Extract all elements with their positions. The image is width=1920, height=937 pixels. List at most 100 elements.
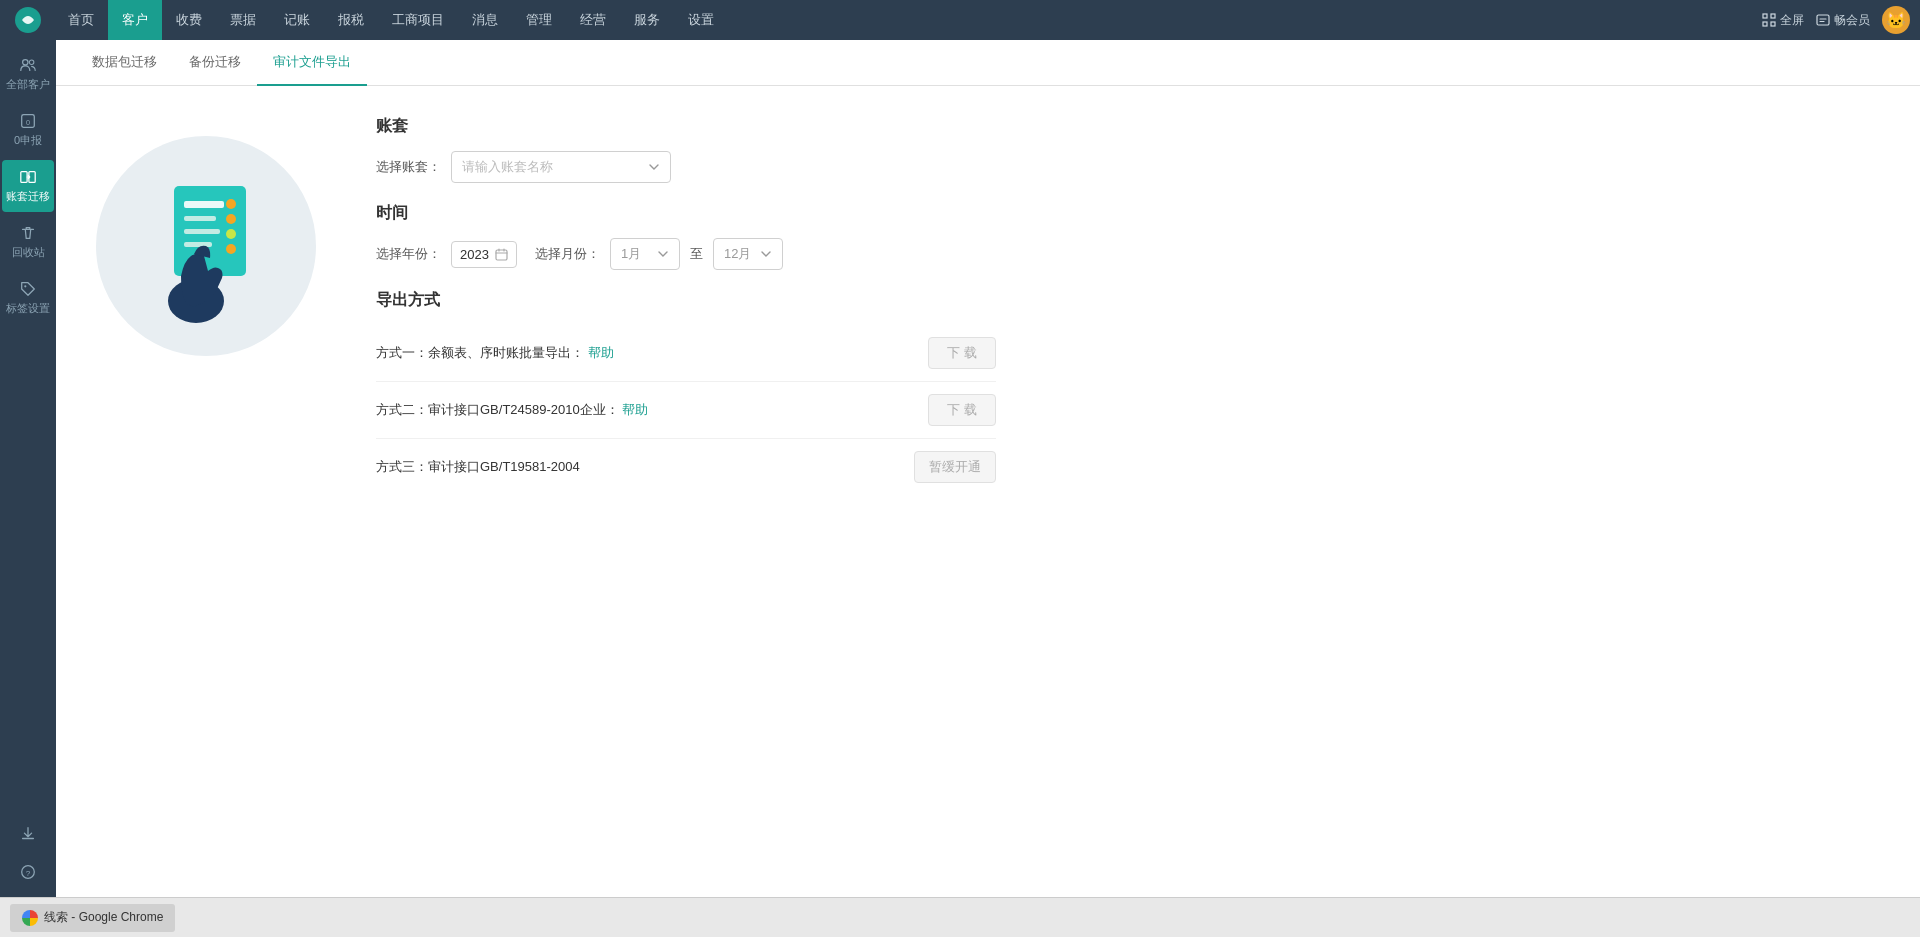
method-1-download-btn[interactable]: 下 载 bbox=[928, 337, 996, 369]
app-logo bbox=[10, 2, 46, 38]
account-select[interactable]: 请输入账套名称 bbox=[451, 151, 671, 183]
sidebar-item-migrate[interactable]: 账套迁移 bbox=[2, 160, 54, 212]
download-icon bbox=[19, 825, 37, 843]
nav-operation[interactable]: 经营 bbox=[566, 0, 620, 40]
account-select-placeholder: 请输入账套名称 bbox=[462, 158, 553, 176]
taskbar-chrome[interactable]: 线索 - Google Chrome bbox=[10, 904, 175, 932]
nav-manage[interactable]: 管理 bbox=[512, 0, 566, 40]
export-section: 导出方式 方式一：余额表、序时账批量导出： 帮助 下 载 bbox=[376, 290, 996, 495]
nav-bookkeeping[interactable]: 记账 bbox=[270, 0, 324, 40]
tab-backup-migrate[interactable]: 备份迁移 bbox=[173, 40, 257, 86]
time-section-title: 时间 bbox=[376, 203, 996, 224]
chevron-down-icon-month bbox=[657, 248, 669, 260]
sidebar-item-trash[interactable]: 回收站 bbox=[2, 216, 54, 268]
trash-icon bbox=[19, 224, 37, 242]
tag-icon bbox=[19, 280, 37, 298]
main-layout: 全部客户 0 0申报 账套迁移 回收站 bbox=[0, 40, 1920, 897]
method-3-label: 方式三：审计接口GB/T19581-2004 bbox=[376, 458, 580, 476]
svg-rect-2 bbox=[1771, 14, 1775, 18]
start-month-value: 1月 bbox=[621, 245, 641, 263]
sidebar-label-trash: 回收站 bbox=[12, 245, 45, 260]
avatar[interactable]: 🐱 bbox=[1882, 6, 1910, 34]
nav-home[interactable]: 首页 bbox=[54, 0, 108, 40]
svg-rect-16 bbox=[184, 201, 224, 208]
left-sidebar: 全部客户 0 0申报 账套迁移 回收站 bbox=[0, 40, 56, 897]
method-2-help[interactable]: 帮助 bbox=[622, 402, 648, 417]
nav-fee[interactable]: 收费 bbox=[162, 0, 216, 40]
taskbar: 线索 - Google Chrome bbox=[0, 897, 1920, 937]
method-2-label: 方式二：审计接口GB/T24589-2010企业： 帮助 bbox=[376, 401, 648, 419]
year-input[interactable]: 2023 bbox=[451, 241, 517, 268]
sidebar-item-all-customers[interactable]: 全部客户 bbox=[2, 48, 54, 100]
svg-point-22 bbox=[226, 229, 236, 239]
svg-rect-19 bbox=[184, 242, 212, 247]
account-label: 选择账套： bbox=[376, 158, 441, 176]
chevron-down-icon-end bbox=[760, 248, 772, 260]
method-3-open-btn[interactable]: 暂缓开通 bbox=[914, 451, 996, 483]
top-nav-right: 全屏 畅会员 🐱 bbox=[1762, 6, 1910, 34]
svg-rect-25 bbox=[496, 250, 507, 260]
content-area: 数据包迁移 备份迁移 审计文件导出 bbox=[56, 40, 1920, 897]
tab-data-migrate[interactable]: 数据包迁移 bbox=[76, 40, 173, 86]
svg-rect-18 bbox=[184, 229, 220, 234]
sidebar-item-help[interactable]: ? bbox=[2, 855, 54, 889]
end-month-select[interactable]: 12月 bbox=[713, 238, 783, 270]
users-icon bbox=[19, 56, 37, 74]
method-row-1: 方式一：余额表、序时账批量导出： 帮助 下 载 bbox=[376, 325, 996, 382]
svg-rect-5 bbox=[1817, 15, 1829, 25]
svg-text:0: 0 bbox=[26, 118, 30, 127]
svg-rect-10 bbox=[21, 172, 27, 183]
sidebar-item-zero-declare[interactable]: 0 0申报 bbox=[2, 104, 54, 156]
start-month-select[interactable]: 1月 bbox=[610, 238, 680, 270]
export-section-title: 导出方式 bbox=[376, 290, 996, 311]
chevron-down-icon bbox=[648, 161, 660, 173]
export-container: 账套 选择账套： 请输入账套名称 时间 bbox=[96, 116, 996, 509]
nav-invoice[interactable]: 票据 bbox=[216, 0, 270, 40]
sidebar-label-tag-settings: 标签设置 bbox=[6, 301, 50, 316]
svg-point-7 bbox=[29, 60, 33, 65]
method-row-2: 方式二：审计接口GB/T24589-2010企业： 帮助 下 载 bbox=[376, 382, 996, 439]
sidebar-label-zero-declare: 0申报 bbox=[14, 133, 42, 148]
svg-point-23 bbox=[226, 244, 236, 254]
member-btn[interactable]: 畅会员 bbox=[1816, 12, 1870, 29]
svg-rect-1 bbox=[1763, 14, 1767, 18]
form-section: 账套 选择账套： 请输入账套名称 时间 bbox=[376, 116, 996, 509]
end-month-value: 12月 bbox=[724, 245, 751, 263]
month-label: 选择月份： bbox=[535, 245, 600, 263]
svg-rect-4 bbox=[1771, 22, 1775, 26]
svg-point-6 bbox=[23, 60, 28, 65]
page-content: 账套 选择账套： 请输入账套名称 时间 bbox=[56, 86, 1920, 897]
nav-items: 首页 客户 收费 票据 记账 报税 工商项目 消息 管理 经营 服务 设置 bbox=[54, 0, 1762, 40]
svg-point-20 bbox=[226, 199, 236, 209]
method-1-help[interactable]: 帮助 bbox=[588, 345, 614, 360]
nav-business[interactable]: 工商项目 bbox=[378, 0, 458, 40]
svg-point-21 bbox=[226, 214, 236, 224]
chrome-icon bbox=[22, 910, 38, 926]
taskbar-chrome-label: 线索 - Google Chrome bbox=[44, 909, 163, 926]
svg-point-12 bbox=[24, 285, 26, 287]
fullscreen-btn[interactable]: 全屏 bbox=[1762, 12, 1804, 29]
method-2-download-btn[interactable]: 下 载 bbox=[928, 394, 996, 426]
sidebar-label-all-customers: 全部客户 bbox=[6, 77, 50, 92]
nav-service[interactable]: 服务 bbox=[620, 0, 674, 40]
zero-icon: 0 bbox=[19, 112, 37, 130]
account-row: 选择账套： 请输入账套名称 bbox=[376, 151, 996, 183]
method-1-label: 方式一：余额表、序时账批量导出： 帮助 bbox=[376, 344, 614, 362]
sidebar-item-tag-settings[interactable]: 标签设置 bbox=[2, 272, 54, 324]
sidebar-item-download[interactable] bbox=[2, 817, 54, 851]
year-label: 选择年份： bbox=[376, 245, 441, 263]
nav-message[interactable]: 消息 bbox=[458, 0, 512, 40]
help-icon: ? bbox=[19, 863, 37, 881]
svg-rect-3 bbox=[1763, 22, 1767, 26]
nav-settings[interactable]: 设置 bbox=[674, 0, 728, 40]
nav-customer[interactable]: 客户 bbox=[108, 0, 162, 40]
method-row-3: 方式三：审计接口GB/T19581-2004 暂缓开通 bbox=[376, 439, 996, 495]
to-text: 至 bbox=[690, 245, 703, 263]
account-section-title: 账套 bbox=[376, 116, 996, 137]
time-row: 选择年份： 2023 选择月份： 1月 bbox=[376, 238, 996, 270]
tab-audit-export[interactable]: 审计文件导出 bbox=[257, 40, 367, 86]
nav-tax[interactable]: 报税 bbox=[324, 0, 378, 40]
calendar-icon bbox=[495, 248, 508, 261]
svg-rect-17 bbox=[184, 216, 216, 221]
svg-text:?: ? bbox=[26, 869, 31, 878]
